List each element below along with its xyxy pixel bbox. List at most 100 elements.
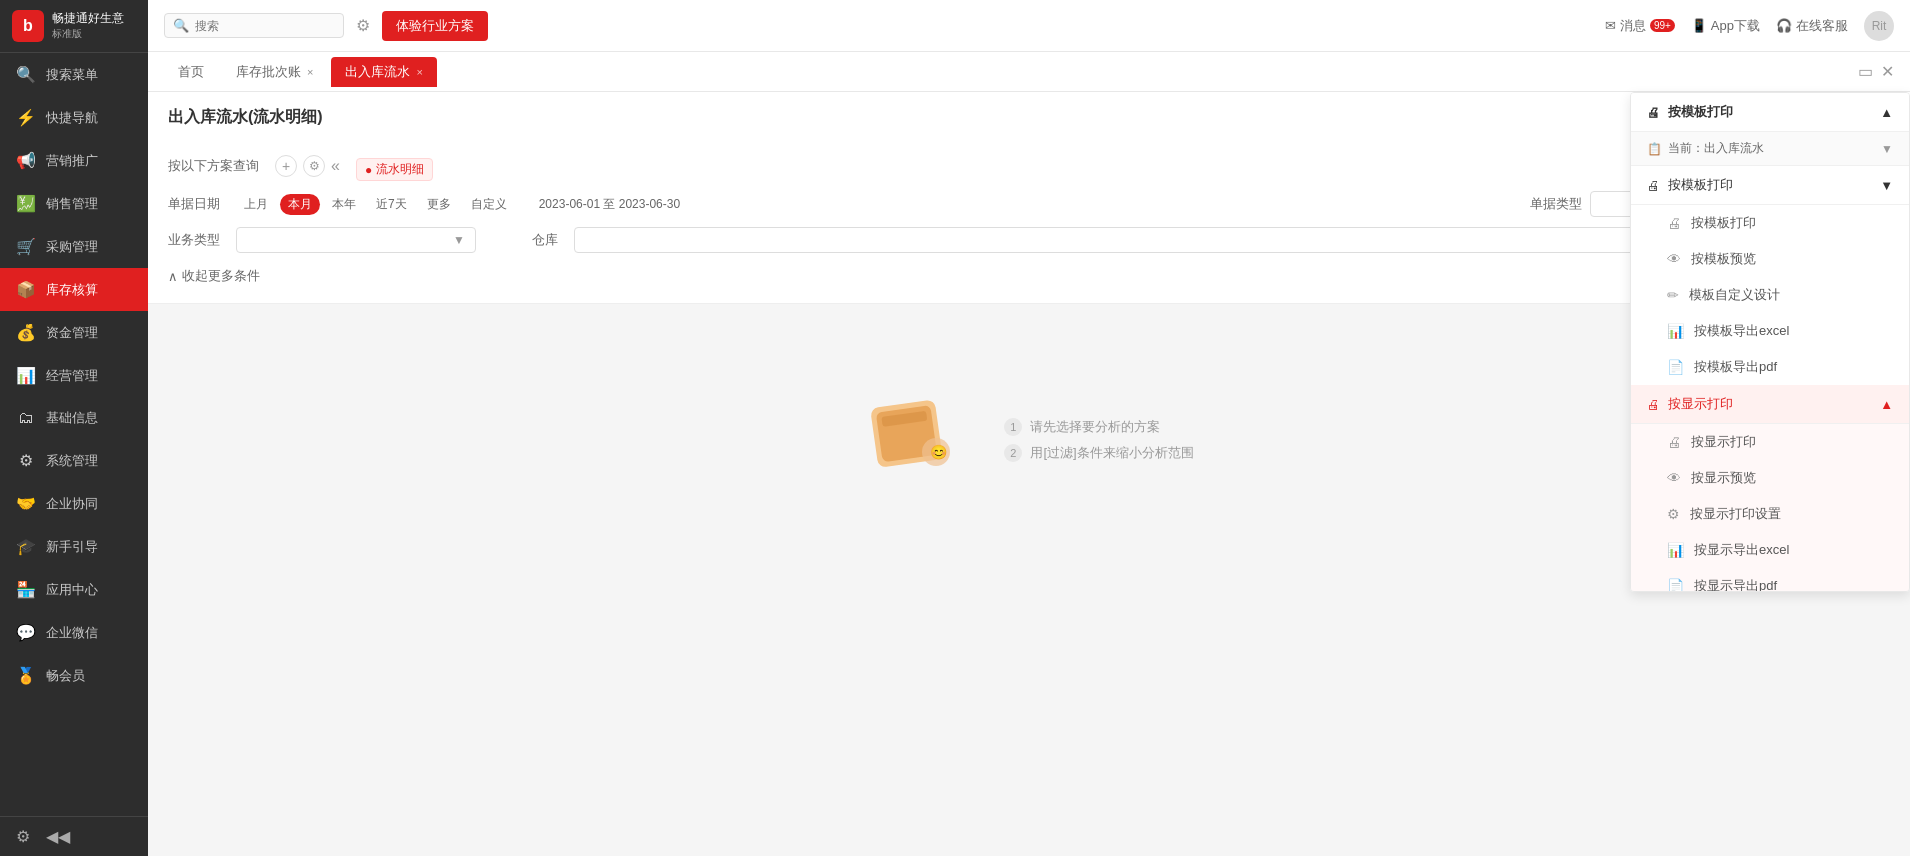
display-print-section-icon: 🖨	[1647, 397, 1660, 412]
inventory-icon: 📦	[16, 280, 36, 299]
display-excel-icon: 📊	[1667, 542, 1684, 558]
template-print-item[interactable]: 🖨 按模板打印	[1631, 205, 1909, 241]
sidebar-item-marketing[interactable]: 📢 营销推广	[0, 139, 148, 182]
tab-flow-close[interactable]: ×	[416, 66, 422, 78]
date-opt-custom[interactable]: 自定义	[463, 194, 515, 215]
customer-service-btn[interactable]: 🎧 在线客服	[1776, 17, 1848, 35]
wechat-icon: 💬	[16, 623, 36, 642]
sidebar-item-label: 快捷导航	[46, 109, 98, 127]
date-opt-lastmonth[interactable]: 上月	[236, 194, 276, 215]
app-logo-icon: b	[12, 10, 44, 42]
page-title: 出入库流水(流水明细)	[168, 107, 323, 128]
app-badge: 标准版	[52, 27, 124, 41]
display-preview-item[interactable]: 👁 按显示预览	[1631, 460, 1909, 496]
sidebar-item-operations[interactable]: 📊 经营管理	[0, 354, 148, 397]
template-print-section-header[interactable]: 🖨 按模板打印 ▼	[1631, 166, 1909, 205]
chevron-down-icon: ▼	[1881, 142, 1893, 156]
print-section-icon: 🖨	[1647, 178, 1660, 193]
print-item-icon: 🖨	[1667, 215, 1681, 231]
template-preview-item[interactable]: 👁 按模板预览	[1631, 241, 1909, 277]
sidebar-item-label: 资金管理	[46, 324, 98, 342]
settings-bottom-icon[interactable]: ⚙	[16, 827, 30, 846]
tab-flow[interactable]: 出入库流水 ×	[331, 57, 436, 87]
voucher-type-label: 单据类型	[1530, 195, 1582, 213]
chevron-up-icon[interactable]: ▲	[1880, 105, 1893, 120]
sidebar-item-appstore[interactable]: 🏪 应用中心	[0, 568, 148, 611]
topbar-gear-icon[interactable]: ⚙	[356, 16, 370, 35]
sidebar-item-finance[interactable]: 💰 资金管理	[0, 311, 148, 354]
message-btn[interactable]: ✉ 消息 99+	[1605, 17, 1675, 35]
display-preview-icon: 👁	[1667, 470, 1681, 486]
topbar-right: ✉ 消息 99+ 📱 App下载 🎧 在线客服 Rit	[1605, 11, 1894, 41]
display-export-excel-item[interactable]: 📊 按显示导出excel	[1631, 532, 1909, 568]
sidebar-item-label: 采购管理	[46, 238, 98, 256]
collapse-icon: ∧	[168, 269, 178, 284]
current-template: 📋 当前：出入库流水 ▼	[1631, 132, 1909, 166]
sidebar-item-guide[interactable]: 🎓 新手引导	[0, 525, 148, 568]
sidebar-item-collab[interactable]: 🤝 企业协同	[0, 482, 148, 525]
collab-icon: 🤝	[16, 494, 36, 513]
tag-item-flow[interactable]: ● 流水明细	[356, 158, 433, 181]
restore-window-icon[interactable]: ▭	[1858, 62, 1873, 81]
search-box[interactable]: 🔍	[164, 13, 344, 38]
search-icon: 🔍	[16, 65, 36, 84]
date-opt-currentmonth[interactable]: 本月	[280, 194, 320, 215]
tag-filter: ● 流水明细	[356, 158, 433, 181]
sidebar-item-purchase[interactable]: 🛒 采购管理	[0, 225, 148, 268]
template-customize-item[interactable]: ✏ 模板自定义设计	[1631, 277, 1909, 313]
display-print-item[interactable]: 🖨 按显示打印	[1631, 424, 1909, 460]
user-avatar[interactable]: Rit	[1864, 11, 1894, 41]
operations-icon: 📊	[16, 366, 36, 385]
basic-icon: 🗂	[16, 409, 36, 427]
date-opt-currentyear[interactable]: 本年	[324, 194, 364, 215]
sidebar-item-search[interactable]: 🔍 搜索菜单	[0, 53, 148, 96]
tab-batch-close[interactable]: ×	[307, 66, 313, 78]
member-icon: 🏅	[16, 666, 36, 685]
date-filter-label: 单据日期	[168, 195, 220, 213]
display-print-settings-item[interactable]: ⚙ 按显示打印设置	[1631, 496, 1909, 532]
template-export-pdf-item[interactable]: 📄 按模板导出pdf	[1631, 349, 1909, 385]
sidebar-logo: b 畅捷通好生意 标准版	[0, 0, 148, 53]
guide-icon: 🎓	[16, 537, 36, 556]
biz-type-select[interactable]: ▼	[236, 227, 476, 253]
tab-batch[interactable]: 库存批次账 ×	[222, 57, 327, 87]
collapse-more-btn[interactable]: ∧ 收起更多条件	[168, 261, 260, 291]
filter-settings-icon[interactable]: ⚙	[303, 155, 325, 177]
display-print-section-header[interactable]: 🖨 按显示打印 ▲	[1631, 385, 1909, 424]
sales-icon: 💹	[16, 194, 36, 213]
sidebar-item-system[interactable]: ⚙ 系统管理	[0, 439, 148, 482]
section-chevron-up-icon: ▲	[1880, 397, 1893, 412]
tabs-right-controls: ▭ ✕	[1858, 62, 1894, 81]
date-options: 上月 本月 本年 近7天 更多 自定义	[236, 194, 515, 215]
sidebar-item-inventory[interactable]: 📦 库存核算	[0, 268, 148, 311]
date-opt-more[interactable]: 更多	[419, 194, 459, 215]
sidebar-item-label: 应用中心	[46, 581, 98, 599]
preview-item-icon: 👁	[1667, 251, 1681, 267]
filter-collapse-icon[interactable]: «	[331, 157, 340, 175]
empty-step-2: 2 用[过滤]条件来缩小分析范围	[1004, 444, 1193, 462]
appstore-icon: 🏪	[16, 580, 36, 599]
app-download-btn[interactable]: 📱 App下载	[1691, 17, 1760, 35]
display-export-pdf-item[interactable]: 📄 按显示导出pdf	[1631, 568, 1909, 592]
date-opt-last7[interactable]: 近7天	[368, 194, 415, 215]
date-range: 2023-06-01 至 2023-06-30	[539, 196, 680, 213]
sidebar-item-sales[interactable]: 💹 销售管理	[0, 182, 148, 225]
template-export-excel-item[interactable]: 📊 按模板导出excel	[1631, 313, 1909, 349]
sidebar-item-shortcut[interactable]: ⚡ 快捷导航	[0, 96, 148, 139]
tab-home[interactable]: 首页	[164, 57, 218, 87]
filter-add-btn[interactable]: +	[275, 155, 297, 177]
message-icon: ✉	[1605, 18, 1616, 33]
sidebar-item-wechat[interactable]: 💬 企业微信	[0, 611, 148, 654]
display-print-icon: 🖨	[1667, 434, 1681, 450]
industry-btn[interactable]: 体验行业方案	[382, 11, 488, 41]
search-input[interactable]	[195, 19, 315, 33]
system-icon: ⚙	[16, 451, 36, 470]
sidebar-item-label: 系统管理	[46, 452, 98, 470]
purchase-icon: 🛒	[16, 237, 36, 256]
sidebar-item-member[interactable]: 🏅 畅会员	[0, 654, 148, 697]
tag-icon: ●	[365, 163, 372, 177]
sidebar-item-basic[interactable]: 🗂 基础信息	[0, 397, 148, 439]
collapse-sidebar-icon[interactable]: ◀◀	[46, 827, 70, 846]
section-chevron-icon: ▼	[1880, 178, 1893, 193]
close-window-icon[interactable]: ✕	[1881, 62, 1894, 81]
